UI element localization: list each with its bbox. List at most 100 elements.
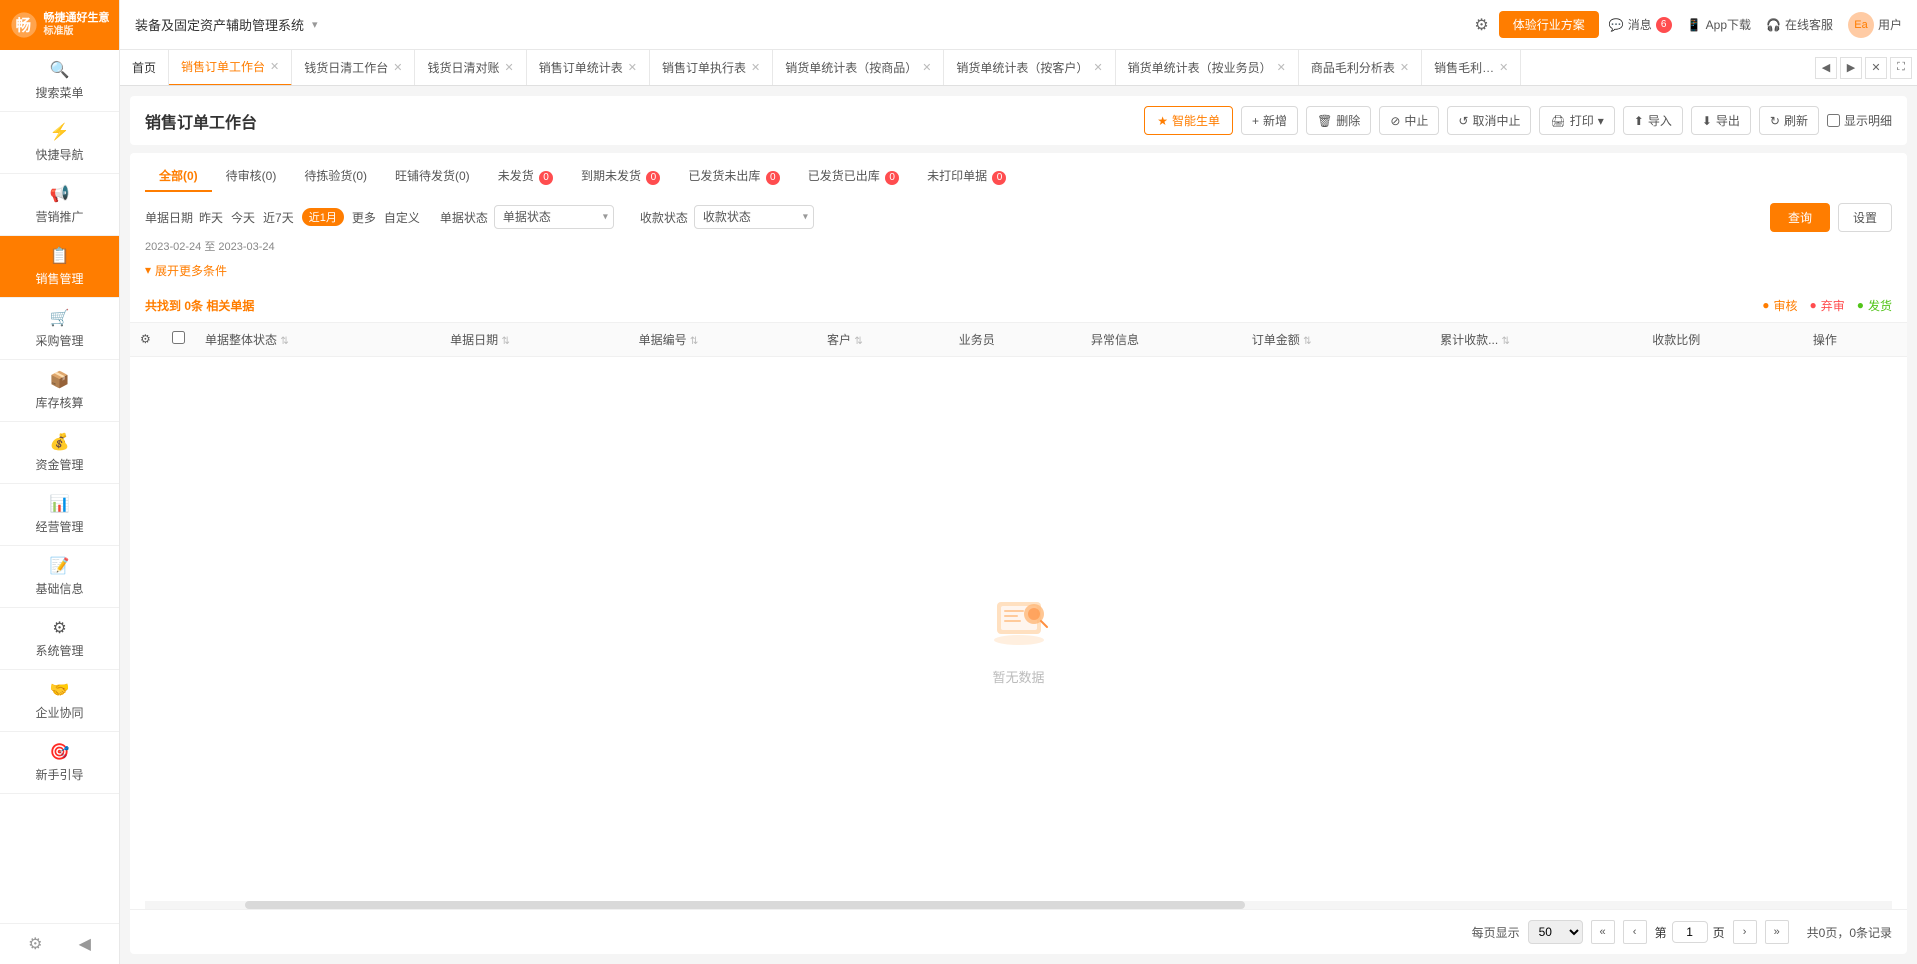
industry-solution-button[interactable]: 体验行业方案 <box>1499 11 1599 38</box>
tab-close-reconciliation[interactable]: ✕ <box>505 61 514 74</box>
sort-customer-icon[interactable]: ⇅ <box>854 336 862 347</box>
tab-scroll-right[interactable]: ▶ <box>1840 57 1862 79</box>
subtab-shipped-outbound[interactable]: 已发货已出库 0 <box>794 161 913 193</box>
approve-action[interactable]: ● 审核 <box>1762 297 1797 314</box>
sidebar-item-marketing[interactable]: 📢 营销推广 <box>0 174 119 236</box>
sidebar-item-search[interactable]: 🔍 搜索菜单 <box>0 50 119 112</box>
delete-button[interactable]: 🗑 删除 <box>1306 106 1371 135</box>
sort-cumulative-icon[interactable]: ⇅ <box>1502 336 1510 347</box>
status-select[interactable]: 单据状态 <box>494 205 614 229</box>
subtab-unprinted[interactable]: 未打印单据 0 <box>913 161 1020 193</box>
sidebar-item-operations[interactable]: 📊 经营管理 <box>0 484 119 546</box>
sidebar-item-inventory[interactable]: 📦 库存核算 <box>0 360 119 422</box>
sidebar-item-enterprise[interactable]: 🤝 企业协同 <box>0 670 119 732</box>
ai-generate-button[interactable]: ★ 智能生单 <box>1144 106 1233 135</box>
sidebar-item-sales[interactable]: 📋 销售管理 <box>0 236 119 298</box>
date-opt-custom[interactable]: 自定义 <box>384 209 420 226</box>
title-dropdown-arrow[interactable]: ▾ <box>312 18 318 31</box>
show-detail-checkbox[interactable]: 显示明细 <box>1827 112 1892 129</box>
page-next-button[interactable]: › <box>1733 920 1757 944</box>
tab-scroll-left[interactable]: ◀ <box>1815 57 1837 79</box>
tab-close-staff-stats[interactable]: ✕ <box>1277 61 1286 74</box>
approve-icon: ● <box>1762 298 1769 312</box>
query-button[interactable]: 查询 <box>1770 203 1830 232</box>
subtab-wangpu-ship[interactable]: 旺铺待发货(0) <box>381 161 484 192</box>
date-opt-more[interactable]: 更多 <box>352 209 376 226</box>
tab-customer-stats[interactable]: 销货单统计表（按客户） ✕ <box>944 50 1115 86</box>
subtab-all[interactable]: 全部(0) <box>145 161 212 192</box>
tab-sales-order[interactable]: 销售订单工作台 ✕ <box>169 50 292 86</box>
refresh-button[interactable]: ↻ 刷新 <box>1759 106 1819 135</box>
tab-goods-stats[interactable]: 销货单统计表（按商品） ✕ <box>773 50 944 86</box>
date-opt-1month[interactable]: 近1月 <box>302 208 344 226</box>
import-button[interactable]: ⬆ 导入 <box>1623 106 1683 135</box>
tab-close-sales-margin[interactable]: ✕ <box>1499 61 1508 74</box>
tab-fullscreen[interactable]: ⛶ <box>1890 57 1912 79</box>
page-number-input[interactable] <box>1672 921 1708 943</box>
topbar-gear-icon[interactable]: ⚙ <box>1474 15 1488 35</box>
sidebar-item-guide[interactable]: 🎯 新手引导 <box>0 732 119 794</box>
message-button[interactable]: 💬 消息 6 <box>1609 16 1672 33</box>
tab-sales-margin[interactable]: 销售毛利… ✕ <box>1422 50 1521 86</box>
sidebar-item-basic-info[interactable]: 📝 基础信息 <box>0 546 119 608</box>
tab-close-daily-clear[interactable]: ✕ <box>393 61 402 74</box>
sort-status-icon[interactable]: ⇅ <box>280 336 288 347</box>
payment-select[interactable]: 收款状态 <box>694 205 814 229</box>
page-first-button[interactable]: « <box>1591 920 1615 944</box>
export-button[interactable]: ⬇ 导出 <box>1691 106 1751 135</box>
sidebar-item-system[interactable]: ⚙ 系统管理 <box>0 608 119 670</box>
date-opt-today[interactable]: 今天 <box>231 209 255 226</box>
tab-close-all[interactable]: ✕ <box>1865 57 1887 79</box>
header-actions: ★ 智能生单 + 新增 🗑 删除 ⊘ 中止 ↺ 取消中止 <box>1144 106 1892 135</box>
tab-close-margin-analysis[interactable]: ✕ <box>1400 61 1409 74</box>
cancel-stop-button[interactable]: ↺ 取消中止 <box>1447 106 1531 135</box>
subtab-pending-inspect[interactable]: 待拣验货(0) <box>290 161 381 192</box>
filter-setting-button[interactable]: 设置 <box>1838 203 1892 232</box>
revoke-action[interactable]: ● 弃审 <box>1809 297 1844 314</box>
tab-sales-stats[interactable]: 销售订单统计表 ✕ <box>527 50 650 86</box>
scrollbar-thumb[interactable] <box>245 901 1245 909</box>
collapse-icon[interactable]: ◀ <box>79 934 91 954</box>
tab-close-goods-stats[interactable]: ✕ <box>922 61 931 74</box>
select-all-checkbox[interactable] <box>172 331 185 344</box>
tab-daily-clear[interactable]: 钱货日清工作台 ✕ <box>292 50 415 86</box>
expand-filter-button[interactable]: ▾ 展开更多条件 <box>145 262 1892 279</box>
svg-text:畅: 畅 <box>15 16 30 35</box>
page-last-button[interactable]: » <box>1765 920 1789 944</box>
print-button[interactable]: 🖨 打印 ▾ <box>1539 106 1614 135</box>
column-settings-icon[interactable]: ⚙ <box>140 332 151 346</box>
subtab-unshipped[interactable]: 未发货 0 <box>484 161 567 193</box>
per-page-select[interactable]: 50 10 20 100 <box>1528 920 1583 944</box>
tab-sales-exec[interactable]: 销售订单执行表 ✕ <box>650 50 773 86</box>
app-download-button[interactable]: 📱 App下载 <box>1687 16 1751 33</box>
sort-date-icon[interactable]: ⇅ <box>502 336 510 347</box>
settings-footer-icon[interactable]: ⚙ <box>28 934 42 954</box>
subtab-pending-review[interactable]: 待审核(0) <box>212 161 291 192</box>
show-detail-input[interactable] <box>1827 114 1840 127</box>
sort-amount-icon[interactable]: ⇅ <box>1303 336 1311 347</box>
sidebar-item-finance[interactable]: 💰 资金管理 <box>0 422 119 484</box>
tab-close-sales-order[interactable]: ✕ <box>270 60 279 73</box>
subtab-shipped-not-outbound[interactable]: 已发货未出库 0 <box>674 161 793 193</box>
tab-close-sales-exec[interactable]: ✕ <box>751 61 760 74</box>
sidebar-item-quicknav[interactable]: ⚡ 快捷导航 <box>0 112 119 174</box>
sort-number-icon[interactable]: ⇅ <box>690 336 698 347</box>
tab-reconciliation[interactable]: 钱货日清对账 ✕ <box>415 50 526 86</box>
sidebar-item-purchase[interactable]: 🛒 采购管理 <box>0 298 119 360</box>
tab-margin-analysis[interactable]: 商品毛利分析表 ✕ <box>1299 50 1422 86</box>
horizontal-scrollbar[interactable] <box>145 901 1892 909</box>
date-opt-yesterday[interactable]: 昨天 <box>199 209 223 226</box>
add-button[interactable]: + 新增 <box>1241 106 1298 135</box>
tab-close-sales-stats[interactable]: ✕ <box>628 61 637 74</box>
online-service-button[interactable]: 🎧 在线客服 <box>1766 16 1833 33</box>
ship-action[interactable]: ● 发货 <box>1857 297 1892 314</box>
user-menu[interactable]: Ea 用户 <box>1848 12 1902 38</box>
tab-home[interactable]: 首页 <box>120 50 169 86</box>
date-opt-7days[interactable]: 近7天 <box>263 209 294 226</box>
tab-close-customer-stats[interactable]: ✕ <box>1093 61 1102 74</box>
tab-staff-stats[interactable]: 销货单统计表（按业务员） ✕ <box>1116 50 1299 86</box>
page-prev-button[interactable]: ‹ <box>1623 920 1647 944</box>
stop-button[interactable]: ⊘ 中止 <box>1379 106 1439 135</box>
subtabs-bar: 全部(0) 待审核(0) 待拣验货(0) 旺铺待发货(0) 未发货 0 到期未发… <box>130 153 1907 193</box>
subtab-overdue-unshipped[interactable]: 到期未发货 0 <box>567 161 674 193</box>
